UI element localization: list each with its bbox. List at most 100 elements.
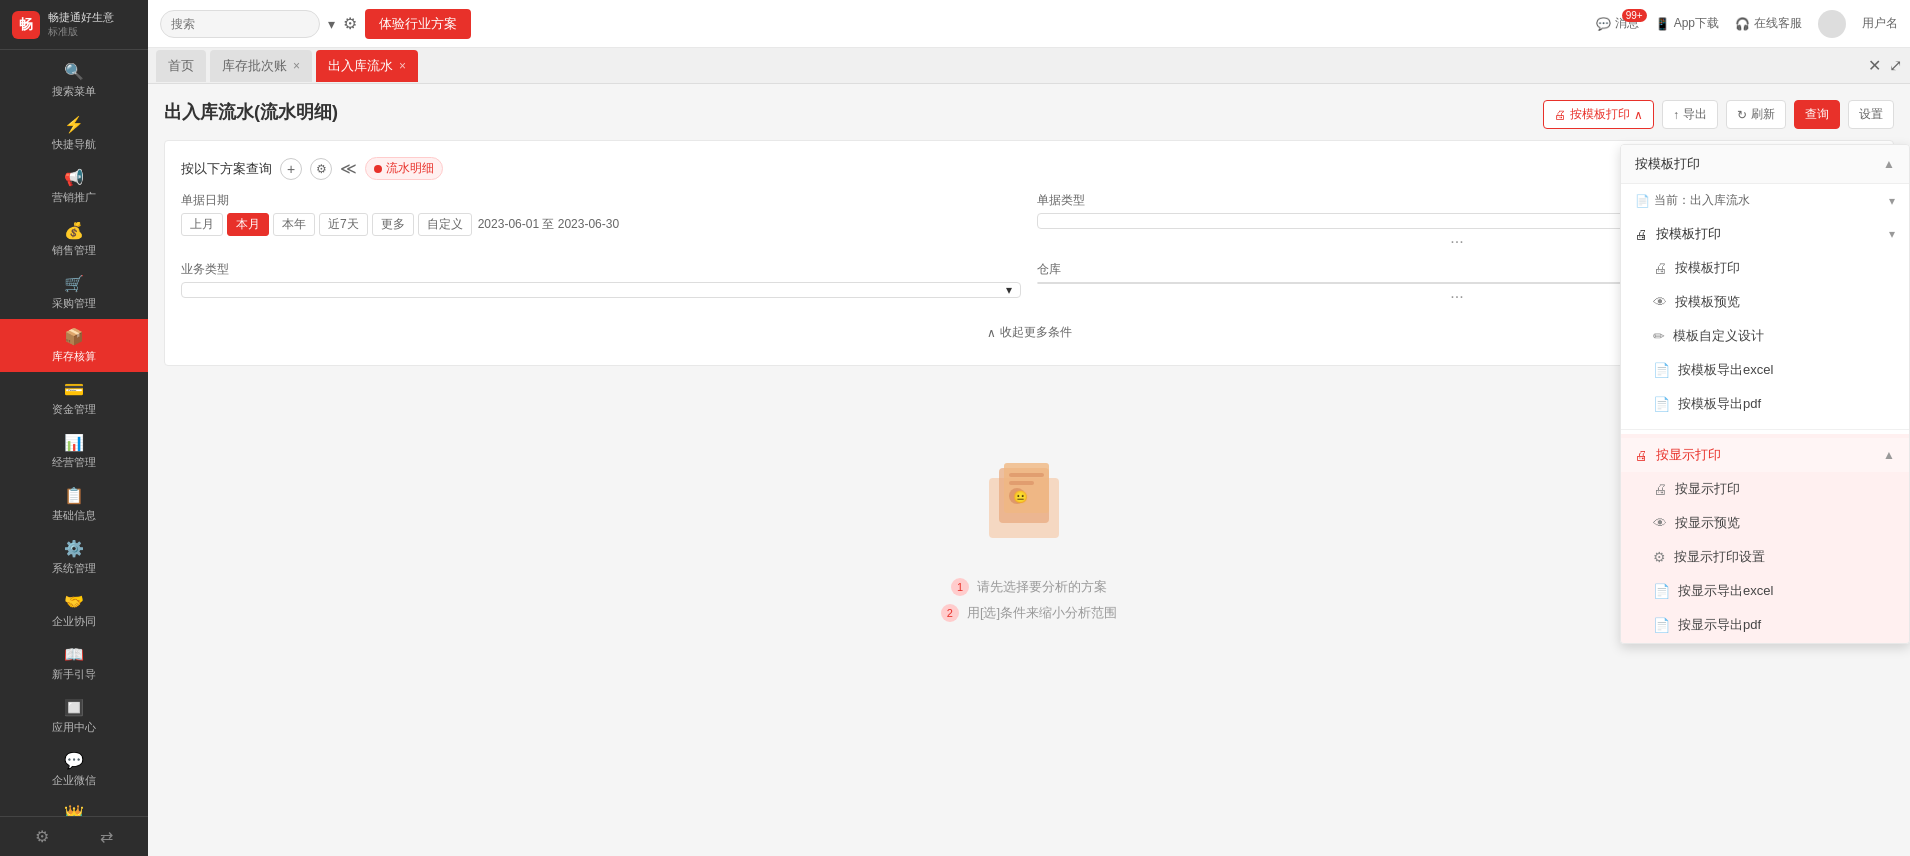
- sidebar-item-wechat[interactable]: 💬 企业微信: [0, 743, 148, 796]
- refresh-icon: ↻: [1737, 108, 1747, 122]
- date-btn-custom[interactable]: 自定义: [418, 213, 472, 236]
- tpl-preview-icon: 👁: [1653, 294, 1667, 310]
- sidebar-item-enterprise[interactable]: 🤝 企业协同: [0, 584, 148, 637]
- disp-preview-icon: 👁: [1653, 515, 1667, 531]
- sidebar-item-purchase[interactable]: 🛒 采购管理: [0, 266, 148, 319]
- sidebar-footer: ⚙ ⇄: [0, 816, 148, 856]
- current-chevron: ▾: [1889, 194, 1895, 208]
- settings-icon[interactable]: ⚙: [35, 827, 49, 846]
- sidebar-item-search[interactable]: 🔍 搜索菜单: [0, 54, 148, 107]
- topbar-settings-btn[interactable]: ⚙: [343, 14, 357, 33]
- step-num-2: 2: [941, 604, 959, 622]
- tab-home[interactable]: 首页: [156, 50, 206, 82]
- step-1-text: 请先选择要分析的方案: [977, 578, 1107, 596]
- refresh-btn[interactable]: ↻ 刷新: [1726, 100, 1786, 129]
- tab-flow-close[interactable]: ×: [399, 59, 406, 73]
- sidebar-item-operations[interactable]: 📊 经营管理: [0, 425, 148, 478]
- export-btn[interactable]: ↑ 导出: [1662, 100, 1718, 129]
- business-select[interactable]: ▾: [181, 282, 1021, 298]
- topbar-left: ▾ ⚙ 体验行业方案: [160, 9, 471, 39]
- print-item-template-print[interactable]: 🖨 按模板打印: [1621, 251, 1909, 285]
- search-dropdown-btn[interactable]: ▾: [328, 16, 335, 32]
- date-btn-current-year[interactable]: 本年: [273, 213, 315, 236]
- filter-field-business: 业务类型 ▾: [181, 261, 1021, 298]
- sidebar-label-purchase: 采购管理: [52, 296, 96, 311]
- print-item-display-settings[interactable]: ⚙ 按显示打印设置: [1621, 540, 1909, 574]
- username: 用户名: [1862, 15, 1898, 32]
- svg-rect-2: [1004, 463, 1049, 513]
- sidebar-item-shortcut[interactable]: ⚡ 快捷导航: [0, 107, 148, 160]
- sidebar-label-sales: 销售管理: [52, 243, 96, 258]
- industry-btn[interactable]: 体验行业方案: [365, 9, 471, 39]
- sidebar-icon-search: 🔍: [64, 62, 84, 81]
- export-icon: ↑: [1673, 108, 1679, 122]
- sidebar-item-guide[interactable]: 📖 新手引导: [0, 637, 148, 690]
- sidebar-item-system[interactable]: ⚙️ 系统管理: [0, 531, 148, 584]
- sidebar-item-basic[interactable]: 📋 基础信息: [0, 478, 148, 531]
- template-print-label: 按模板打印: [1656, 225, 1721, 243]
- print-item-template-pdf[interactable]: 📄 按模板导出pdf: [1621, 387, 1909, 421]
- tpl-custom-label: 模板自定义设计: [1673, 327, 1764, 345]
- print-item-template-excel[interactable]: 📄 按模板导出excel: [1621, 353, 1909, 387]
- svg-rect-4: [1009, 481, 1034, 485]
- template-section-chevron: ▾: [1889, 227, 1895, 241]
- date-btn-more[interactable]: 更多: [372, 213, 414, 236]
- date-field-control: 上月 本月 本年 近7天 更多 自定义 2023-06-01 至 2023-06…: [181, 213, 1021, 236]
- query-btn[interactable]: 查询: [1794, 100, 1840, 129]
- print-icon: 🖨: [1554, 108, 1566, 122]
- template-print-header[interactable]: 🖨 按模板打印 ▾: [1621, 217, 1909, 251]
- tab-batch[interactable]: 库存批次账 ×: [210, 50, 312, 82]
- filter-collapse-btn[interactable]: ≪: [340, 159, 357, 178]
- tab-maximize-btn[interactable]: ⤢: [1889, 56, 1902, 75]
- date-btn-last7[interactable]: 近7天: [319, 213, 368, 236]
- tab-restore-btn[interactable]: ✕: [1868, 56, 1881, 75]
- sidebar-item-inventory[interactable]: 📦 库存核算: [0, 319, 148, 372]
- sidebar-icon-system: ⚙️: [64, 539, 84, 558]
- print-item-template-custom[interactable]: ✏ 模板自定义设计: [1621, 319, 1909, 353]
- svg-rect-3: [1009, 473, 1044, 477]
- filter-tag[interactable]: 流水明细: [365, 157, 443, 180]
- current-icon: 📄: [1635, 194, 1650, 208]
- disp-pdf-label: 按显示导出pdf: [1678, 616, 1761, 634]
- disp-excel-label: 按显示导出excel: [1678, 582, 1773, 600]
- business-label: 业务类型: [181, 261, 1021, 278]
- print-item-display-pdf[interactable]: 📄 按显示导出pdf: [1621, 608, 1909, 642]
- tab-home-label: 首页: [168, 57, 194, 75]
- online-support-item[interactable]: 🎧 在线客服: [1735, 15, 1802, 32]
- section-divider: [1621, 429, 1909, 430]
- sidebar-item-finance[interactable]: 💳 资金管理: [0, 372, 148, 425]
- filter-tag-label: 流水明细: [386, 160, 434, 177]
- tpl-preview-label: 按模板预览: [1675, 293, 1740, 311]
- query-label: 查询: [1805, 106, 1829, 123]
- sidebar-item-member[interactable]: 👑 畅会员: [0, 796, 148, 816]
- help-icon[interactable]: ⇄: [100, 827, 113, 846]
- settings-action-btn[interactable]: 设置: [1848, 100, 1894, 129]
- date-btn-current-month[interactable]: 本月: [227, 213, 269, 236]
- logo-text: 畅捷通好生意 标准版: [48, 10, 114, 39]
- message-item[interactable]: 💬 消息 99+: [1596, 15, 1639, 32]
- avatar[interactable]: [1818, 10, 1846, 38]
- display-print-header[interactable]: 🖨 按显示打印 ▲: [1621, 438, 1909, 472]
- empty-illustration: 😐: [969, 458, 1089, 558]
- sidebar-logo: 畅 畅捷通好生意 标准版: [0, 0, 148, 50]
- tab-batch-close[interactable]: ×: [293, 59, 300, 73]
- print-item-display-print[interactable]: 🖨 按显示打印: [1621, 472, 1909, 506]
- sidebar-item-marketing[interactable]: 📢 营销推广: [0, 160, 148, 213]
- sidebar-item-apps[interactable]: 🔲 应用中心: [0, 690, 148, 743]
- search-input[interactable]: [160, 10, 320, 38]
- print-item-display-excel[interactable]: 📄 按显示导出excel: [1621, 574, 1909, 608]
- print-label: 按模板打印: [1570, 106, 1630, 123]
- print-btn[interactable]: 🖨 按模板打印 ∧: [1543, 100, 1654, 129]
- export-label: 导出: [1683, 106, 1707, 123]
- date-btn-last-month[interactable]: 上月: [181, 213, 223, 236]
- filter-settings-btn[interactable]: ⚙: [310, 158, 332, 180]
- sidebar-icon-purchase: 🛒: [64, 274, 84, 293]
- filter-add-btn[interactable]: +: [280, 158, 302, 180]
- sidebar-item-sales[interactable]: 💰 销售管理: [0, 213, 148, 266]
- print-item-template-preview[interactable]: 👁 按模板预览: [1621, 285, 1909, 319]
- step-num-1: 1: [951, 578, 969, 596]
- print-item-display-preview[interactable]: 👁 按显示预览: [1621, 506, 1909, 540]
- tab-flow[interactable]: 出入库流水 ×: [316, 50, 418, 82]
- sidebar-label-finance: 资金管理: [52, 402, 96, 417]
- app-download-item[interactable]: 📱 App下载: [1655, 15, 1719, 32]
